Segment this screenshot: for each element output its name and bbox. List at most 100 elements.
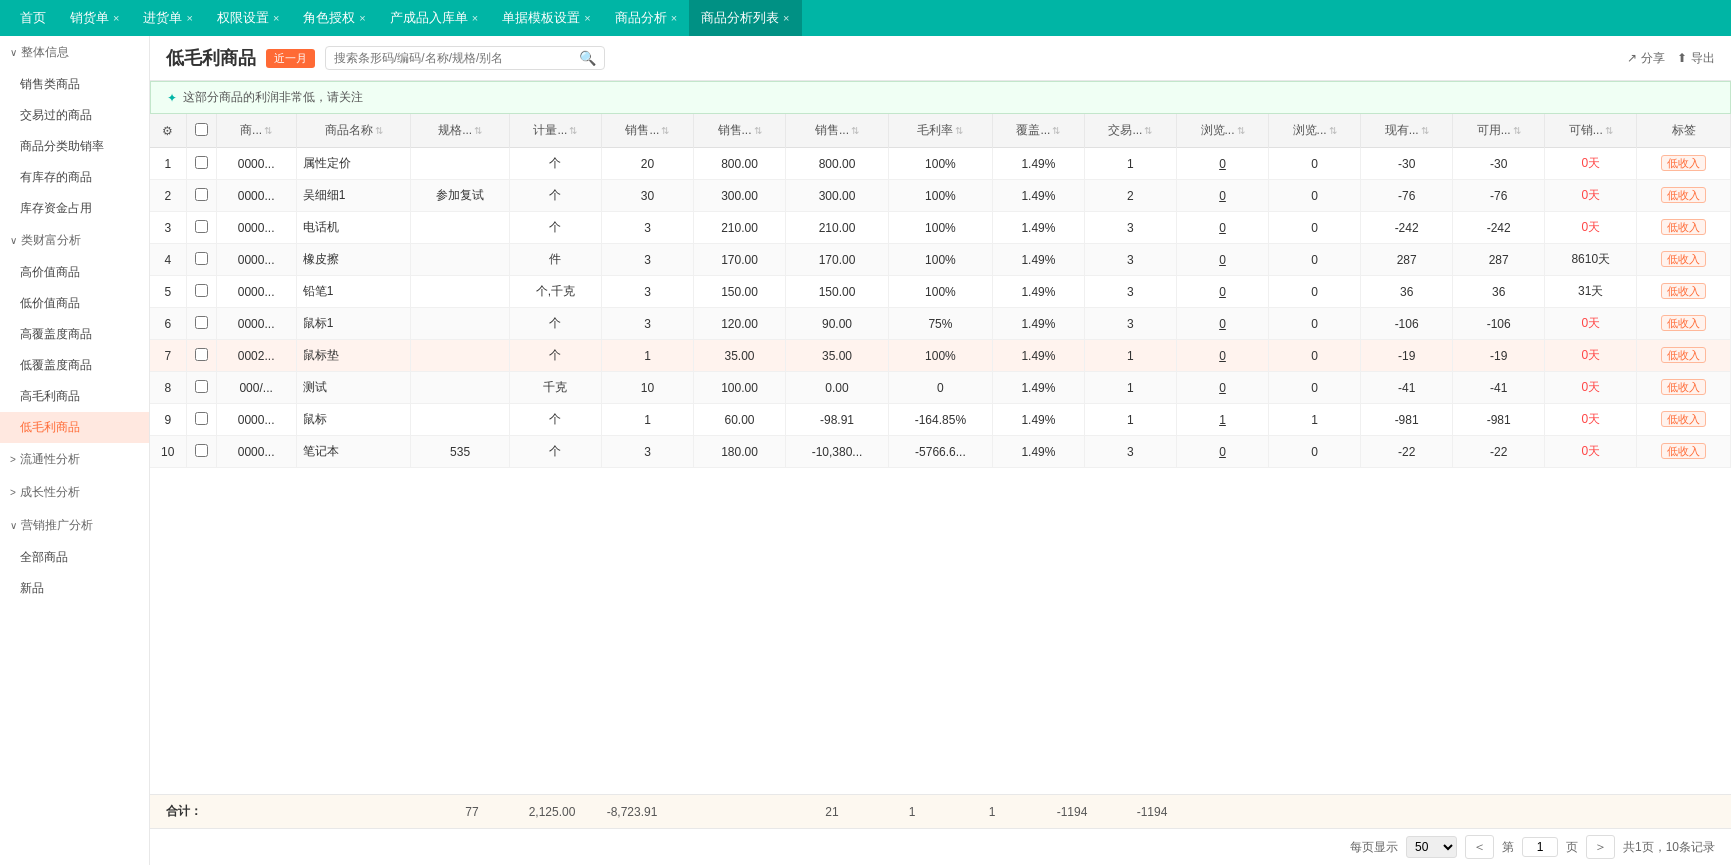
col-view1[interactable]: 浏览... ⇅ (1176, 114, 1268, 148)
cell-view1[interactable]: 0 (1176, 180, 1268, 212)
col-cover-rate-sort[interactable]: ⇅ (1052, 125, 1060, 136)
col-sales-qty-sort[interactable]: ⇅ (661, 125, 669, 136)
row-checkbox-1[interactable] (195, 188, 208, 201)
col-current[interactable]: 现有... ⇅ (1361, 114, 1453, 148)
col-view2[interactable]: 浏览... ⇅ (1269, 114, 1361, 148)
row-checkbox-5[interactable] (195, 316, 208, 329)
col-view1-sort[interactable]: ⇅ (1237, 125, 1245, 136)
cell-checkbox[interactable] (186, 372, 216, 404)
nav-item-角色授权[interactable]: 角色授权× (291, 0, 377, 36)
col-sales-price-sort[interactable]: ⇅ (754, 125, 762, 136)
col-trade-sort[interactable]: ⇅ (1144, 125, 1152, 136)
nav-item-商品分析[interactable]: 商品分析× (603, 0, 689, 36)
col-sales-amount-sort[interactable]: ⇅ (851, 125, 859, 136)
col-gross-rate-sort[interactable]: ⇅ (955, 125, 963, 136)
view1-link[interactable]: 1 (1219, 413, 1226, 427)
nav-close-icon[interactable]: × (113, 12, 119, 24)
settings-icon[interactable]: ⚙ (162, 124, 173, 138)
cell-view1[interactable]: 0 (1176, 148, 1268, 180)
view1-link[interactable]: 0 (1219, 445, 1226, 459)
nav-item-单据模板设置[interactable]: 单据模板设置× (490, 0, 602, 36)
sidebar-group-整体信息[interactable]: ∨整体信息 (0, 36, 149, 69)
col-trade[interactable]: 交易... ⇅ (1084, 114, 1176, 148)
next-page-btn[interactable]: ＞ (1586, 835, 1615, 859)
view1-link[interactable]: 0 (1219, 221, 1226, 235)
search-input[interactable] (334, 51, 579, 65)
col-cover-rate[interactable]: 覆盖... ⇅ (992, 114, 1084, 148)
col-unit[interactable]: 计量... ⇅ (509, 114, 601, 148)
cell-view1[interactable]: 0 (1176, 372, 1268, 404)
sidebar-group-类财富分析[interactable]: ∨类财富分析 (0, 224, 149, 257)
sidebar-item-有库存的商品[interactable]: 有库存的商品 (0, 162, 149, 193)
nav-item-权限设置[interactable]: 权限设置× (205, 0, 291, 36)
select-all-checkbox[interactable] (195, 123, 208, 136)
nav-item-首页[interactable]: 首页 (8, 0, 58, 36)
view1-link[interactable]: 0 (1219, 285, 1226, 299)
nav-close-icon[interactable]: × (783, 12, 789, 24)
view1-link[interactable]: 0 (1219, 349, 1226, 363)
col-sales-price[interactable]: 销售... ⇅ (694, 114, 786, 148)
cell-view1[interactable]: 0 (1176, 276, 1268, 308)
prev-page-btn[interactable]: ＜ (1465, 835, 1494, 859)
sidebar-item-商品分类助销率[interactable]: 商品分类助销率 (0, 131, 149, 162)
share-button[interactable]: ↗ 分享 (1627, 50, 1665, 67)
col-view2-sort[interactable]: ⇅ (1329, 125, 1337, 136)
sidebar-group-营销推广分析[interactable]: ∨营销推广分析 (0, 509, 149, 542)
cell-checkbox[interactable] (186, 212, 216, 244)
cell-checkbox[interactable] (186, 308, 216, 340)
view1-link[interactable]: 0 (1219, 253, 1226, 267)
col-saleable[interactable]: 可销... ⇅ (1545, 114, 1637, 148)
col-current-sort[interactable]: ⇅ (1421, 125, 1429, 136)
nav-item-商品分析列表[interactable]: 商品分析列表× (689, 0, 801, 36)
col-name[interactable]: 商品名称 ⇅ (296, 114, 411, 148)
nav-item-产成品入库单[interactable]: 产成品入库单× (378, 0, 490, 36)
sidebar-item-全部商品[interactable]: 全部商品 (0, 542, 149, 573)
search-icon[interactable]: 🔍 (579, 50, 596, 66)
col-unit-sort[interactable]: ⇅ (569, 125, 577, 136)
col-settings[interactable]: ⚙ (150, 114, 186, 148)
sidebar-item-高毛利商品[interactable]: 高毛利商品 (0, 381, 149, 412)
col-spec[interactable]: 规格... ⇅ (411, 114, 509, 148)
sidebar-item-销售类商品[interactable]: 销售类商品 (0, 69, 149, 100)
nav-close-icon[interactable]: × (472, 12, 478, 24)
cell-view1[interactable]: 1 (1176, 404, 1268, 436)
export-button[interactable]: ⬆ 导出 (1677, 50, 1715, 67)
row-checkbox-0[interactable] (195, 156, 208, 169)
col-sales-qty[interactable]: 销售... ⇅ (601, 114, 693, 148)
cell-checkbox[interactable] (186, 244, 216, 276)
row-checkbox-9[interactable] (195, 444, 208, 457)
col-available[interactable]: 可用... ⇅ (1453, 114, 1545, 148)
sidebar-item-库存资金占用[interactable]: 库存资金占用 (0, 193, 149, 224)
cell-checkbox[interactable] (186, 436, 216, 468)
cell-view1[interactable]: 0 (1176, 244, 1268, 276)
sidebar-group-成长性分析[interactable]: >成长性分析 (0, 476, 149, 509)
cell-checkbox[interactable] (186, 340, 216, 372)
nav-close-icon[interactable]: × (273, 12, 279, 24)
sidebar-item-低价值商品[interactable]: 低价值商品 (0, 288, 149, 319)
cell-checkbox[interactable] (186, 404, 216, 436)
date-tag-btn[interactable]: 近一月 (266, 49, 315, 68)
cell-view1[interactable]: 0 (1176, 340, 1268, 372)
nav-item-销货单[interactable]: 销货单× (58, 0, 131, 36)
row-checkbox-4[interactable] (195, 284, 208, 297)
col-name-sort[interactable]: ⇅ (375, 125, 383, 136)
col-saleable-sort[interactable]: ⇅ (1605, 125, 1613, 136)
col-sales-amount[interactable]: 销售... ⇅ (786, 114, 889, 148)
col-available-sort[interactable]: ⇅ (1513, 125, 1521, 136)
nav-close-icon[interactable]: × (359, 12, 365, 24)
sidebar-item-高覆盖度商品[interactable]: 高覆盖度商品 (0, 319, 149, 350)
nav-close-icon[interactable]: × (584, 12, 590, 24)
cell-view1[interactable]: 0 (1176, 308, 1268, 340)
col-spec-sort[interactable]: ⇅ (474, 125, 482, 136)
cell-view1[interactable]: 0 (1176, 436, 1268, 468)
sidebar-item-新品[interactable]: 新品 (0, 573, 149, 604)
row-checkbox-6[interactable] (195, 348, 208, 361)
sidebar-item-低覆盖度商品[interactable]: 低覆盖度商品 (0, 350, 149, 381)
col-code[interactable]: 商... ⇅ (216, 114, 296, 148)
row-checkbox-8[interactable] (195, 412, 208, 425)
sidebar-item-高价值商品[interactable]: 高价值商品 (0, 257, 149, 288)
row-checkbox-2[interactable] (195, 220, 208, 233)
row-checkbox-3[interactable] (195, 252, 208, 265)
sidebar-item-交易过的商品[interactable]: 交易过的商品 (0, 100, 149, 131)
view1-link[interactable]: 0 (1219, 157, 1226, 171)
